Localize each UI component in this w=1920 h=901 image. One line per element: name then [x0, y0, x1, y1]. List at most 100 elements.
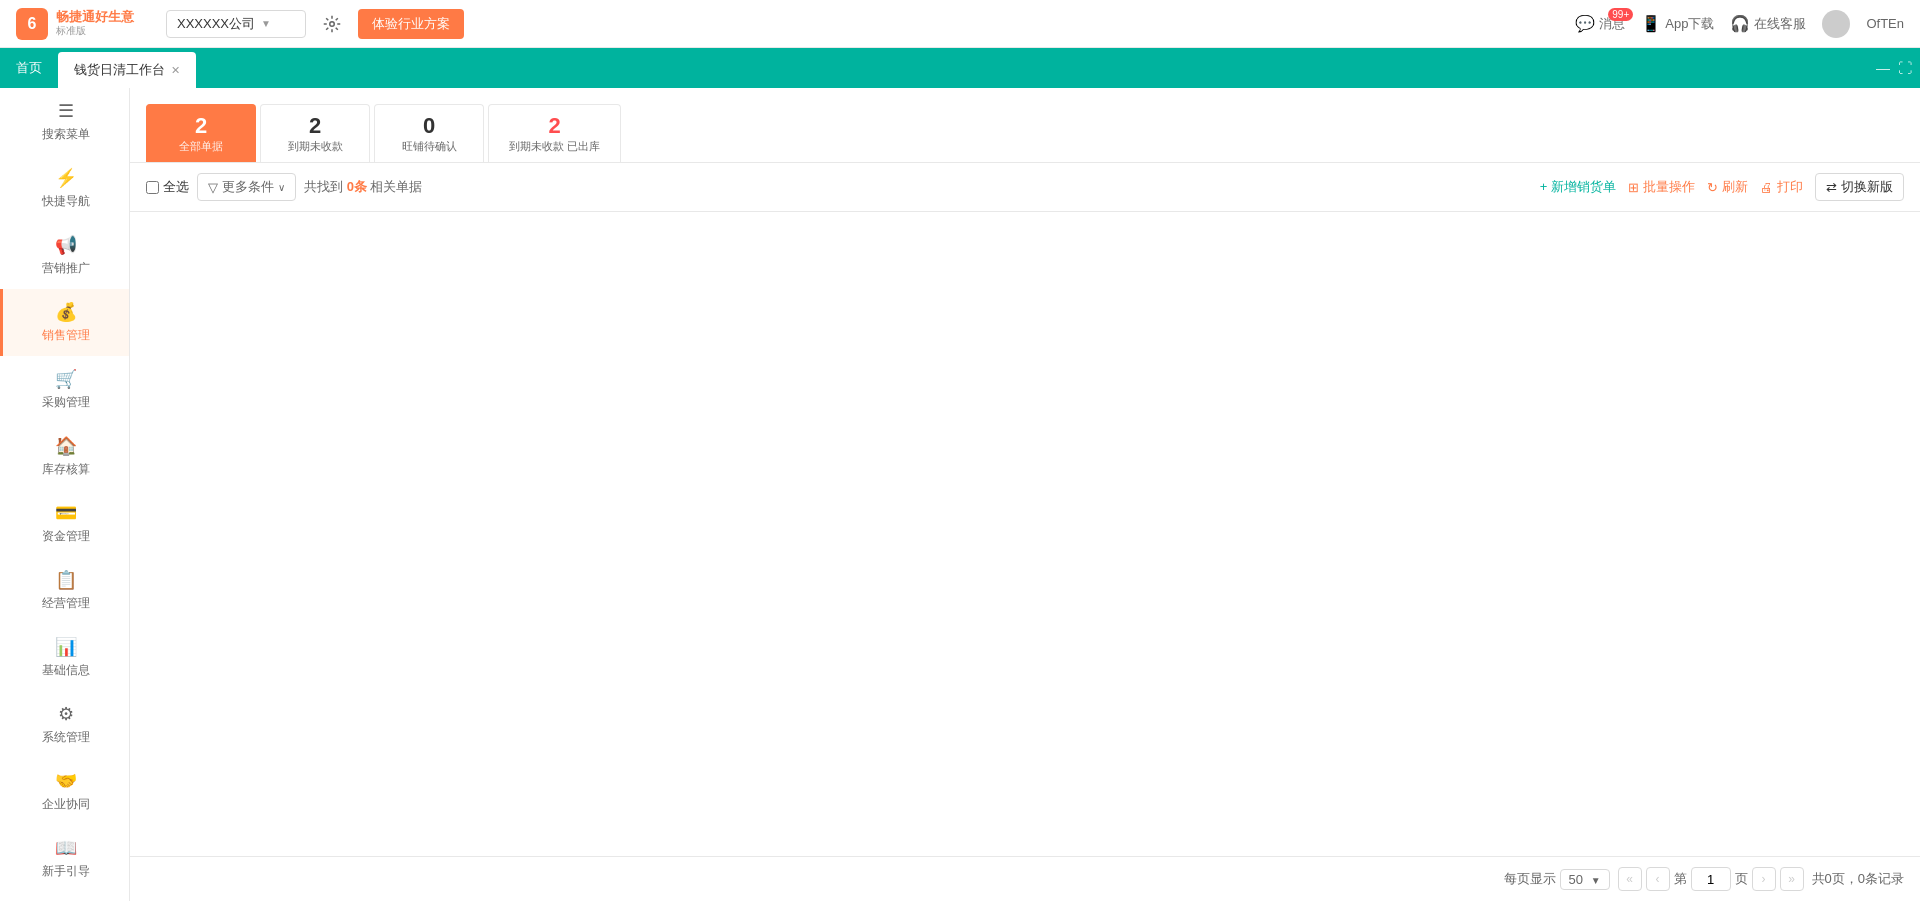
total-info: 共0页，0条记录 [1812, 870, 1904, 888]
stat-wangpu-label: 旺铺待确认 [395, 139, 463, 154]
add-sales-order-button[interactable]: + 新增销货单 [1540, 178, 1616, 196]
refresh-icon: ↻ [1707, 180, 1718, 195]
sidebar-item-shortcuts[interactable]: ⚡ 快捷导航 [0, 155, 129, 222]
stat-tab-overdue[interactable]: 2 到期未收款 [260, 104, 370, 162]
stat-overdue-count: 2 [281, 113, 349, 139]
sidebar-item-operations[interactable]: 📋 经营管理 [0, 557, 129, 624]
user-name[interactable]: OfTEn [1866, 16, 1904, 31]
page-label: 第 [1674, 870, 1687, 888]
marketing-icon: 📢 [55, 234, 77, 256]
batch-operation-button[interactable]: ⊞ 批量操作 [1628, 178, 1695, 196]
stat-tab-all[interactable]: 2 全部单据 [146, 104, 256, 162]
print-button[interactable]: 🖨 打印 [1760, 178, 1803, 196]
logo-area: 6 畅捷通好生意 标准版 [16, 8, 134, 40]
filter-button[interactable]: ▽ 更多条件 ∨ [197, 173, 296, 201]
chevron-down-icon: ▼ [261, 18, 271, 29]
batch-icon: ⊞ [1628, 180, 1639, 195]
sidebar-item-enterprise[interactable]: 🤝 企业协同 [0, 758, 129, 825]
guide-icon: 📖 [55, 837, 77, 859]
nav-tabs-bar: 首页 钱货日清工作台 ✕ — ⛶ [0, 48, 1920, 88]
company-selector[interactable]: XXXXXX公司 ▼ [166, 10, 306, 38]
select-all-checkbox[interactable]: 全选 [146, 178, 189, 196]
app-logo: 6 [16, 8, 48, 40]
sidebar-item-system[interactable]: ⚙ 系统管理 [0, 691, 129, 758]
online-service-button[interactable]: 🎧 在线客服 [1730, 14, 1806, 33]
sidebar-item-sales[interactable]: 💰 销售管理 [0, 289, 129, 356]
all-checkbox-input[interactable] [146, 181, 159, 194]
per-page-select-box[interactable]: 50 ▼ [1560, 869, 1610, 890]
prev-page-button[interactable]: ‹ [1646, 867, 1670, 891]
message-icon: 💬 [1575, 14, 1595, 33]
expand-icon[interactable]: ⛶ [1898, 60, 1912, 76]
sidebar-item-search[interactable]: ☰ 搜索菜单 [0, 88, 129, 155]
per-page-selector: 每页显示 50 ▼ [1504, 869, 1610, 890]
settings-icon[interactable] [318, 10, 346, 38]
sidebar-item-purchase[interactable]: 🛒 采购管理 [0, 356, 129, 423]
refresh-button[interactable]: ↻ 刷新 [1707, 178, 1748, 196]
toolbar-right: + 新增销货单 ⊞ 批量操作 ↻ 刷新 🖨 打印 ⇄ 切换新版 [1540, 173, 1904, 201]
finance-icon: 💳 [55, 502, 77, 524]
toolbar: 全选 ▽ 更多条件 ∨ 共找到 0条 相关单据 + 新增销货单 ⊞ 批量操作 [130, 163, 1920, 212]
found-text: 共找到 0条 相关单据 [304, 178, 422, 196]
stats-tabs-inner: 2 全部单据 2 到期未收款 0 旺铺待确认 2 到期未收款 已出库 [146, 104, 1904, 162]
operations-icon: 📋 [55, 569, 77, 591]
minimize-icon[interactable]: — [1876, 60, 1890, 76]
trial-button[interactable]: 体验行业方案 [358, 9, 464, 39]
stat-wangpu-count: 0 [395, 113, 463, 139]
sales-icon: 💰 [55, 301, 77, 323]
enterprise-icon: 🤝 [55, 770, 77, 792]
page-suffix: 页 [1735, 870, 1748, 888]
sidebar-item-guide[interactable]: 📖 新手引导 [0, 825, 129, 892]
app-name: 畅捷通好生意 [56, 9, 134, 25]
tab-close-icon[interactable]: ✕ [171, 64, 180, 77]
app-version: 标准版 [56, 24, 134, 38]
company-name: XXXXXX公司 [177, 15, 255, 33]
stat-shipped-label: 到期未收款 已出库 [509, 139, 600, 154]
sidebar: ☰ 搜索菜单 ⚡ 快捷导航 📢 营销推广 💰 销售管理 🛒 采购管理 🏠 库存核… [0, 88, 130, 901]
basic-info-icon: 📊 [55, 636, 77, 658]
shortcuts-icon: ⚡ [55, 167, 77, 189]
sidebar-item-marketing[interactable]: 📢 营销推广 [0, 222, 129, 289]
purchase-icon: 🛒 [55, 368, 77, 390]
pagination-bar: 每页显示 50 ▼ « ‹ 第 页 › [130, 856, 1920, 901]
stat-shipped-count: 2 [509, 113, 600, 139]
sidebar-item-inventory[interactable]: 🏠 库存核算 [0, 423, 129, 490]
found-count: 0条 [347, 179, 367, 194]
stats-tabs: 2 全部单据 2 到期未收款 0 旺铺待确认 2 到期未收款 已出库 [130, 88, 1920, 163]
main-layout: ☰ 搜索菜单 ⚡ 快捷导航 📢 营销推广 💰 销售管理 🛒 采购管理 🏠 库存核… [0, 88, 1920, 901]
empty-table-area [130, 212, 1920, 856]
user-avatar[interactable] [1822, 10, 1850, 38]
filter-icon: ▽ [208, 180, 218, 195]
page-navigation: « ‹ 第 页 › » [1618, 867, 1804, 891]
stat-tab-shipped[interactable]: 2 到期未收款 已出库 [488, 104, 621, 162]
content-area: 2 全部单据 2 到期未收款 0 旺铺待确认 2 到期未收款 已出库 [130, 88, 1920, 901]
svg-point-0 [330, 21, 335, 26]
first-page-button[interactable]: « [1618, 867, 1642, 891]
sidebar-item-basic-info[interactable]: 📊 基础信息 [0, 624, 129, 691]
sidebar-item-finance[interactable]: 💳 资金管理 [0, 490, 129, 557]
last-page-button[interactable]: » [1780, 867, 1804, 891]
header-actions: 💬 消息 99+ 📱 App下载 🎧 在线客服 OfTEn [1575, 10, 1904, 38]
stat-all-label: 全部单据 [167, 139, 235, 154]
switch-version-button[interactable]: ⇄ 切换新版 [1815, 173, 1904, 201]
nav-tab-actions: — ⛶ [1876, 60, 1920, 76]
tab-home[interactable]: 首页 [0, 48, 58, 88]
tab-sales-workbench[interactable]: 钱货日清工作台 ✕ [58, 52, 196, 88]
page-number-input[interactable] [1691, 867, 1731, 891]
app-download-button[interactable]: 📱 App下载 [1641, 14, 1714, 33]
system-icon: ⚙ [58, 703, 74, 725]
phone-icon: 📱 [1641, 14, 1661, 33]
top-header: 6 畅捷通好生意 标准版 XXXXXX公司 ▼ 体验行业方案 💬 消息 99+ … [0, 0, 1920, 48]
sidebar-item-app-center[interactable]: 📱 应用中心 [0, 892, 129, 901]
stat-overdue-label: 到期未收款 [281, 139, 349, 154]
inventory-icon: 🏠 [55, 435, 77, 457]
message-badge: 99+ [1608, 8, 1633, 21]
stat-tab-wangpu[interactable]: 0 旺铺待确认 [374, 104, 484, 162]
print-icon: 🖨 [1760, 180, 1773, 195]
stat-all-count: 2 [167, 113, 235, 139]
next-page-button[interactable]: › [1752, 867, 1776, 891]
select-all-label: 全选 [163, 178, 189, 196]
message-button[interactable]: 💬 消息 99+ [1575, 14, 1625, 33]
search-menu-icon: ☰ [58, 100, 74, 122]
per-page-label: 每页显示 [1504, 870, 1556, 888]
